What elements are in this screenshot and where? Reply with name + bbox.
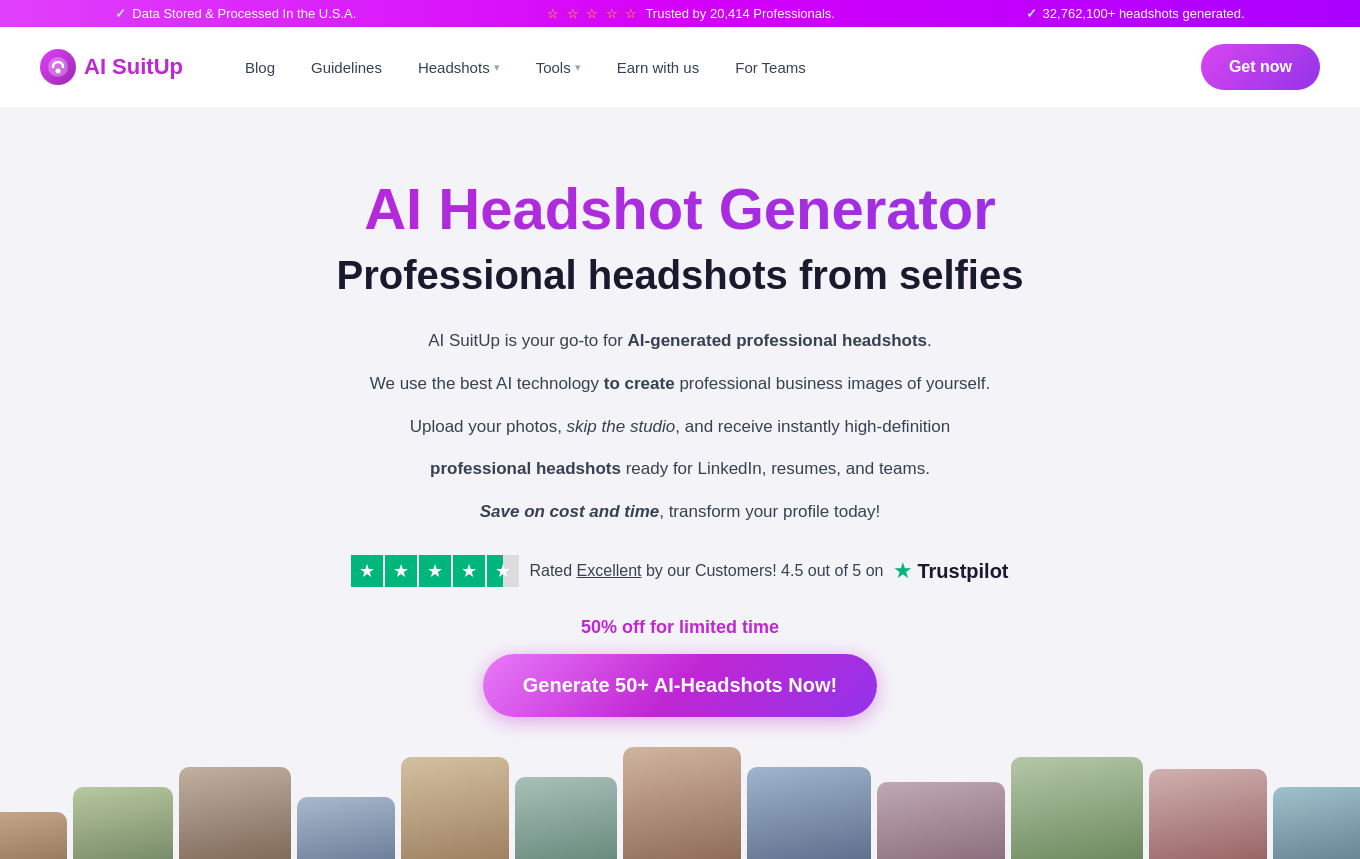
logo-text: AI SuitUp xyxy=(84,54,183,80)
check-icon-2: ✓ xyxy=(1026,6,1037,21)
trustpilot-logo-icon: ★ xyxy=(893,558,913,584)
photo-3 xyxy=(179,767,291,859)
nav-headshots[interactable]: Headshots ▾ xyxy=(404,51,514,84)
hero-section: AI Headshot Generator Professional heads… xyxy=(0,107,1360,859)
tp-rated: Rated xyxy=(529,562,576,579)
photo-10 xyxy=(1011,757,1143,859)
banner-item-3: ✓ 32,762,100+ headshots generated. xyxy=(1026,6,1245,21)
photo-5 xyxy=(401,757,509,859)
tp-excellent[interactable]: Excellent xyxy=(577,562,642,579)
trustpilot-row: ★ ★ ★ ★ ★ Rated Excellent by our Custome… xyxy=(20,555,1340,587)
logo[interactable]: AI SuitUp xyxy=(40,49,183,85)
logo-text-main: AI Suit xyxy=(84,54,154,79)
tp-rest: by our Customers! 4.5 out of 5 on xyxy=(642,562,884,579)
hero-desc-2-start: We use the best AI technology xyxy=(370,374,604,393)
banner-text-3: 32,762,100+ headshots generated. xyxy=(1043,6,1245,21)
photo-grid xyxy=(20,747,1340,859)
photo-9 xyxy=(877,782,1005,859)
photo-2 xyxy=(73,787,173,859)
hero-desc-3-start: Upload your photos, xyxy=(410,417,567,436)
photo-12 xyxy=(1273,787,1360,859)
photo-8 xyxy=(747,767,871,859)
photo-1 xyxy=(0,812,67,859)
banner-item-1: ✓ Data Stored & Processed In the U.S.A. xyxy=(115,6,356,21)
hero-desc-2-end: professional business images of yourself… xyxy=(675,374,991,393)
hero-desc-1-end: . xyxy=(927,331,932,350)
hero-desc-4-end: ready for LinkedIn, resumes, and teams. xyxy=(621,459,930,478)
svg-point-0 xyxy=(48,57,68,77)
photo-4 xyxy=(297,797,395,859)
banner-text-1: Data Stored & Processed In the U.S.A. xyxy=(132,6,356,21)
nav-blog[interactable]: Blog xyxy=(231,51,289,84)
trustpilot-logo: ★ Trustpilot xyxy=(893,558,1008,584)
photo-11 xyxy=(1149,769,1267,859)
photo-6 xyxy=(515,777,617,859)
banner-stars: ☆ ☆ ☆ ☆ ☆ xyxy=(547,6,639,21)
trustpilot-text: Rated Excellent by our Customers! 4.5 ou… xyxy=(529,562,883,580)
nav-links: Blog Guidelines Headshots ▾ Tools ▾ Earn… xyxy=(231,51,1201,84)
hero-desc-1: AI SuitUp is your go-to for AI-generated… xyxy=(360,327,1000,356)
check-icon-1: ✓ xyxy=(115,6,126,21)
hero-desc-2-bold: to create xyxy=(604,374,675,393)
hero-desc-3-end: , and receive instantly high-definition xyxy=(675,417,950,436)
hero-title: AI Headshot Generator xyxy=(20,177,1340,241)
nav-tools[interactable]: Tools ▾ xyxy=(522,51,595,84)
photo-7 xyxy=(623,747,741,859)
nav-earn[interactable]: Earn with us xyxy=(603,51,714,84)
logo-icon xyxy=(40,49,76,85)
nav-for-teams[interactable]: For Teams xyxy=(721,51,820,84)
hero-desc-2: We use the best AI technology to create … xyxy=(360,370,1000,399)
banner-text-2: Trusted by 20,414 Professionals. xyxy=(645,6,835,21)
logo-text-accent: Up xyxy=(154,54,183,79)
hero-desc-1-bold: AI-generated professional headshots xyxy=(628,331,927,350)
star-2: ★ xyxy=(385,555,417,587)
hero-cta-button[interactable]: Generate 50+ AI-Headshots Now! xyxy=(483,654,877,717)
hero-subtitle: Professional headshots from selfies xyxy=(20,251,1340,299)
star-1: ★ xyxy=(351,555,383,587)
trustpilot-logo-text: Trustpilot xyxy=(917,560,1008,583)
hero-desc-3: Upload your photos, skip the studio, and… xyxy=(360,413,1000,442)
tools-chevron: ▾ xyxy=(575,61,581,74)
hero-desc-4-bold: professional headshots xyxy=(430,459,621,478)
navigation: AI SuitUp Blog Guidelines Headshots ▾ To… xyxy=(0,27,1360,107)
top-banner: ✓ Data Stored & Processed In the U.S.A. … xyxy=(0,0,1360,27)
hero-desc-5-italic: Save on cost and time xyxy=(480,502,660,521)
hero-desc-5-end: , transform your profile today! xyxy=(659,502,880,521)
headshots-chevron: ▾ xyxy=(494,61,500,74)
banner-item-2: ☆ ☆ ☆ ☆ ☆ Trusted by 20,414 Professional… xyxy=(547,6,835,21)
nav-guidelines[interactable]: Guidelines xyxy=(297,51,396,84)
trustpilot-stars: ★ ★ ★ ★ ★ xyxy=(351,555,519,587)
hero-desc-5: Save on cost and time, transform your pr… xyxy=(360,498,1000,527)
hero-desc-3-italic: skip the studio xyxy=(567,417,676,436)
svg-point-1 xyxy=(56,69,61,74)
hero-desc-4: professional headshots ready for LinkedI… xyxy=(360,455,1000,484)
hero-desc-1-plain: AI SuitUp is your go-to for xyxy=(428,331,627,350)
star-5-half: ★ xyxy=(487,555,519,587)
star-4: ★ xyxy=(453,555,485,587)
nav-cta-button[interactable]: Get now xyxy=(1201,44,1320,90)
limited-time-text: 50% off for limited time xyxy=(20,617,1340,638)
star-3: ★ xyxy=(419,555,451,587)
